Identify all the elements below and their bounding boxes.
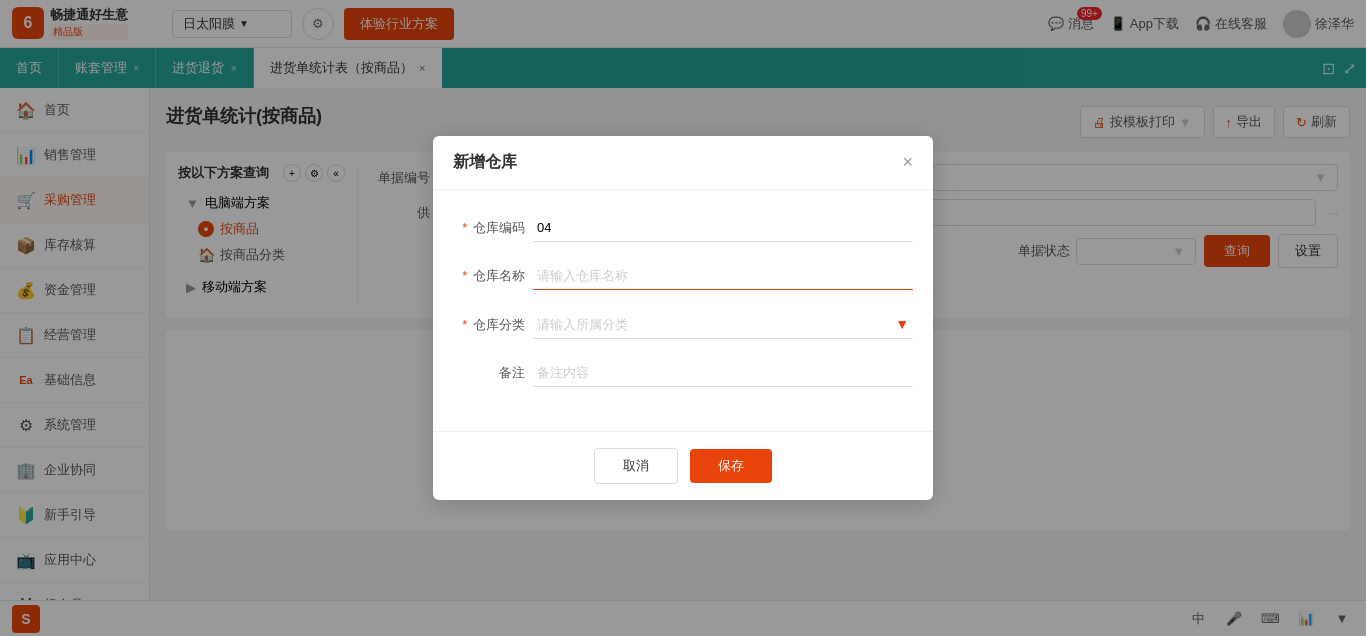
modal-close-icon[interactable]: × (902, 152, 913, 173)
category-input[interactable] (537, 317, 895, 332)
form-row-name: * 仓库名称 (453, 262, 913, 290)
category-dropdown-icon[interactable]: ▼ (895, 316, 909, 332)
modal-body: * 仓库编码 * 仓库名称 * 仓库分类 (433, 190, 933, 431)
modal-title: 新增仓库 (453, 152, 517, 173)
form-row-code: * 仓库编码 (453, 214, 913, 242)
modal-add-warehouse: 新增仓库 × * 仓库编码 * 仓库名称 (433, 136, 933, 500)
save-button[interactable]: 保存 (690, 449, 772, 483)
code-label: * 仓库编码 (453, 219, 533, 237)
cancel-button[interactable]: 取消 (594, 448, 678, 484)
form-row-category: * 仓库分类 ▼ (453, 310, 913, 339)
category-label: * 仓库分类 (453, 316, 533, 334)
form-row-note: 备注 (453, 359, 913, 387)
name-input[interactable] (533, 262, 913, 290)
modal-overlay[interactable]: 新增仓库 × * 仓库编码 * 仓库名称 (0, 0, 1366, 636)
note-input[interactable] (533, 359, 913, 387)
note-label: 备注 (453, 364, 533, 382)
modal-header: 新增仓库 × (433, 136, 933, 190)
code-input[interactable] (533, 214, 913, 242)
category-select-row[interactable]: ▼ (533, 310, 913, 339)
name-label: * 仓库名称 (453, 267, 533, 285)
modal-footer: 取消 保存 (433, 431, 933, 500)
